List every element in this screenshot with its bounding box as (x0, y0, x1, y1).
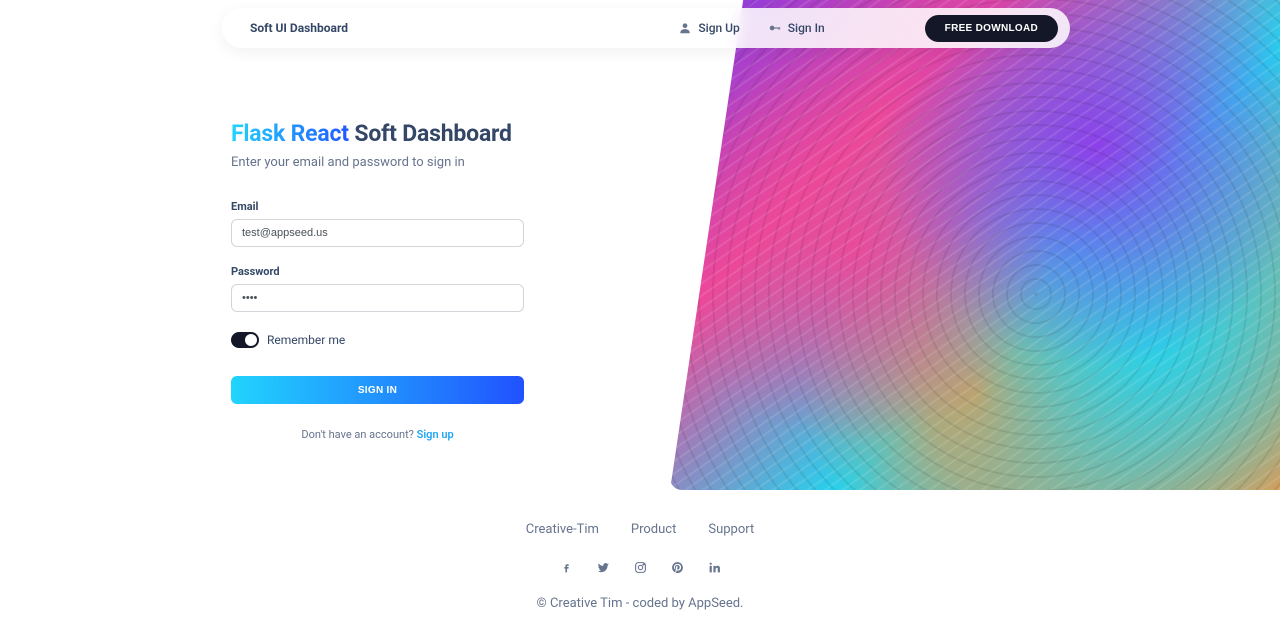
free-download-button[interactable]: FREE DOWNLOAD (925, 15, 1058, 42)
pinterest-icon[interactable] (671, 561, 684, 574)
nav-links: Sign Up Sign In (678, 21, 824, 35)
remember-toggle[interactable] (231, 332, 259, 348)
signup-prompt-text: Don't have an account? (301, 428, 416, 441)
signin-button[interactable]: SIGN IN (231, 376, 524, 404)
signin-form: Flask React Soft Dashboard Enter your em… (231, 120, 524, 441)
page-title: Flask React Soft Dashboard (231, 120, 524, 147)
footer-link-support[interactable]: Support (708, 522, 754, 537)
footer-link-product[interactable]: Product (631, 522, 676, 537)
remember-row: Remember me (231, 332, 524, 348)
instagram-icon[interactable] (634, 561, 647, 574)
nav-signup[interactable]: Sign Up (678, 21, 739, 35)
brand-title[interactable]: Soft UI Dashboard (250, 21, 348, 35)
signup-prompt: Don't have an account? Sign up (231, 428, 524, 441)
social-links (0, 561, 1280, 574)
title-dark: Soft Dashboard (354, 120, 511, 147)
hero-background (670, 0, 1280, 490)
remember-label: Remember me (267, 333, 345, 347)
key-icon (768, 21, 782, 35)
password-label: Password (231, 265, 524, 278)
title-gradient: Flask React (231, 120, 354, 147)
footer: Creative-Tim Product Support © Creative … (0, 522, 1280, 611)
nav-signin-label: Sign In (788, 21, 825, 35)
facebook-icon[interactable] (560, 561, 573, 574)
nav-signup-label: Sign Up (698, 21, 739, 35)
signup-link[interactable]: Sign up (417, 428, 454, 441)
top-navbar: Soft UI Dashboard Sign Up Sign In FREE D… (222, 8, 1070, 48)
password-field[interactable] (231, 284, 524, 312)
linkedin-icon[interactable] (708, 561, 721, 574)
copyright-text: © Creative Tim - coded by AppSeed. (0, 596, 1280, 611)
page-subtitle: Enter your email and password to sign in (231, 155, 524, 170)
nav-signin[interactable]: Sign In (768, 21, 825, 35)
person-icon (678, 21, 692, 35)
email-label: Email (231, 200, 524, 213)
toggle-knob (245, 334, 257, 346)
email-field[interactable] (231, 219, 524, 247)
footer-links: Creative-Tim Product Support (0, 522, 1280, 537)
footer-link-creative-tim[interactable]: Creative-Tim (526, 522, 599, 537)
twitter-icon[interactable] (597, 561, 610, 574)
